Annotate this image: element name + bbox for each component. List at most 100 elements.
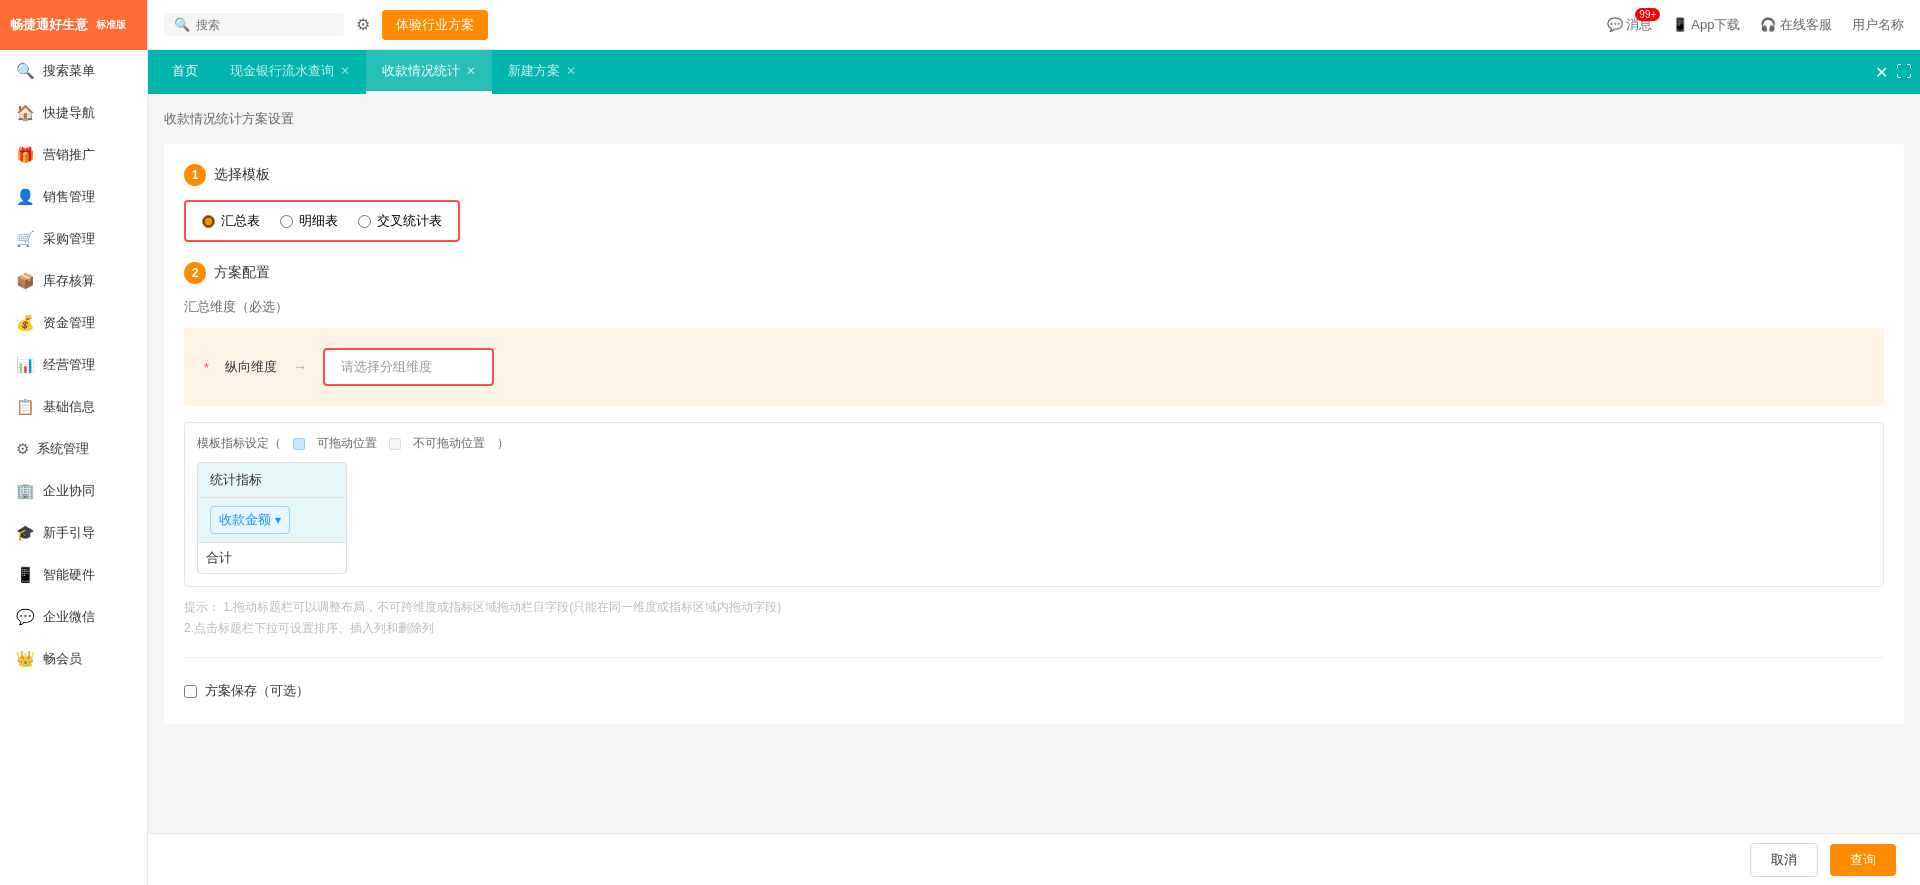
download-icon: 📱 [1672,17,1688,32]
tab-home[interactable]: 首页 [156,50,214,94]
logo-badge: 标准版 [92,17,130,33]
indicator-table: 统计指标 收款金额 ▾ 合计 [197,462,1871,574]
sidebar-item-label: 快捷导航 [43,104,95,122]
hint-2: 2.点击标题栏下拉可设置排序、插入列和删除列 [184,620,1884,637]
tab-cashflow[interactable]: 现金银行流水查询 ✕ [214,50,366,94]
member-icon: 👑 [16,650,35,668]
sidebar-item-label: 资金管理 [43,314,95,332]
radio-crosstab-input[interactable] [358,215,371,228]
search-icon: 🔍 [174,17,190,32]
indicator-section: 模板指标设定（ 可拖动位置 不可拖动位置 ） 统计指标 [184,422,1884,587]
user-label: 用户名称 [1852,17,1904,32]
step2-header: 2 方案配置 [184,262,1884,284]
tab-new-plan[interactable]: 新建方案 ✕ [492,50,592,94]
main-card: 1 选择模板 汇总表 明细表 交叉统计表 [164,144,1904,724]
marketing-icon: 🎁 [16,146,35,164]
radio-detail[interactable]: 明细表 [280,212,338,230]
dimension-select[interactable]: 请选择分组维度 [323,348,494,386]
close-cashflow-tab-icon[interactable]: ✕ [340,64,350,78]
main-area: 🔍 ⚙ 体验行业方案 💬 消息 99+ 📱 App下载 🎧 在线客服 用户名称 [148,0,1920,885]
sidebar-item-label: 库存核算 [43,272,95,290]
metric-tag-label: 收款金额 [219,511,271,529]
non-draggable-legend-label: 不可拖动位置 [413,435,485,452]
topbar-search-box[interactable]: 🔍 [164,13,344,36]
step1-label: 选择模板 [214,166,270,184]
sidebar-item-search-menu[interactable]: 🔍 搜索菜单 [0,50,147,92]
step1-section: 1 选择模板 汇总表 明细表 交叉统计表 [184,164,1884,242]
radio-crosstab[interactable]: 交叉统计表 [358,212,442,230]
page-title: 收款情况统计方案设置 [164,110,1904,128]
step2-section: 2 方案配置 汇总维度（必选） * 纵向维度 → 请选择分组维度 [184,262,1884,637]
radio-crosstab-label: 交叉统计表 [377,212,442,230]
radio-summary-label: 汇总表 [221,212,260,230]
close-receipt-tab-icon[interactable]: ✕ [466,64,476,78]
online-service-button[interactable]: 🎧 在线客服 [1760,16,1832,34]
required-mark: * [204,360,209,375]
sidebar-item-label: 销售管理 [43,188,95,206]
sidebar-item-inventory[interactable]: 📦 库存核算 [0,260,147,302]
vertical-dimension-label: 纵向维度 [225,358,277,376]
query-button[interactable]: 查询 [1830,844,1896,876]
dimension-sublabel: 汇总维度（必选） [184,298,1884,316]
sidebar-logo: 畅捷通好生意 标准版 [0,0,147,50]
close-all-tabs-icon[interactable]: ✕ [1875,63,1888,82]
sidebar-item-system[interactable]: ⚙ 系统管理 [0,428,147,470]
message-button[interactable]: 💬 消息 99+ [1607,16,1653,34]
capital-icon: 💰 [16,314,35,332]
draggable-legend-label: 可拖动位置 [317,435,377,452]
topbar-right: 💬 消息 99+ 📱 App下载 🎧 在线客服 用户名称 [1607,16,1904,34]
sidebar-item-purchase[interactable]: 🛒 采购管理 [0,218,147,260]
wechat-icon: 💬 [16,608,35,626]
radio-detail-input[interactable] [280,215,293,228]
sidebar-item-sales[interactable]: 👤 销售管理 [0,176,147,218]
user-info[interactable]: 用户名称 [1852,16,1904,34]
metric-dropdown-icon[interactable]: ▾ [275,513,281,527]
sidebar-item-capital[interactable]: 💰 资金管理 [0,302,147,344]
radio-summary[interactable]: 汇总表 [202,212,260,230]
industry-plan-button[interactable]: 体验行业方案 [382,10,488,40]
arrow-icon: → [293,359,307,375]
sidebar-item-label: 基础信息 [43,398,95,416]
save-checkbox[interactable] [184,685,197,698]
sidebar-item-corp-wechat[interactable]: 💬 企业微信 [0,596,147,638]
metric-tag[interactable]: 收款金额 ▾ [210,506,290,534]
hints-box: 提示： 1.拖动标题栏可以调整布局，不可跨维度或指标区域拖动栏目字段(只能在同一… [184,599,1884,637]
download-label: App下载 [1691,17,1740,32]
message-icon: 💬 [1607,17,1623,32]
sum-label: 合计 [206,550,232,565]
sidebar-item-smart-hw[interactable]: 📱 智能硬件 [0,554,147,596]
sidebar-item-operation[interactable]: 📊 经营管理 [0,344,147,386]
tab-receipt-stats[interactable]: 收款情况统计 ✕ [366,50,492,94]
sidebar-item-basic-info[interactable]: 📋 基础信息 [0,386,147,428]
search-input[interactable] [196,18,316,32]
smart-hw-icon: 📱 [16,566,35,584]
sidebar-item-newbie[interactable]: 🎓 新手引导 [0,512,147,554]
tab-receipt-stats-label: 收款情况统计 [382,62,460,80]
gear-icon[interactable]: ⚙ [356,15,370,34]
sidebar-item-label: 搜索菜单 [43,62,95,80]
sidebar-item-member[interactable]: 👑 畅会员 [0,638,147,680]
step1-header: 1 选择模板 [184,164,1884,186]
logo-text: 畅捷通好生意 [10,16,88,34]
close-new-plan-tab-icon[interactable]: ✕ [566,64,576,78]
sidebar-item-label: 畅会员 [43,650,82,668]
corp-collab-icon: 🏢 [16,482,35,500]
sidebar-item-corp-collab[interactable]: 🏢 企业协同 [0,470,147,512]
sidebar-item-marketing[interactable]: 🎁 营销推广 [0,134,147,176]
dimension-area: * 纵向维度 → 请选择分组维度 [184,328,1884,406]
maximize-icon[interactable]: ⛶ [1896,63,1912,81]
service-label: 在线客服 [1780,17,1832,32]
footer-bar: 取消 查询 [148,833,1920,885]
sidebar-item-label: 采购管理 [43,230,95,248]
stat-indicator-header: 统计指标 [198,463,346,498]
radio-summary-input[interactable] [202,215,215,228]
tab-home-label: 首页 [172,62,198,80]
indicator-column: 统计指标 收款金额 ▾ 合计 [197,462,347,574]
inventory-icon: 📦 [16,272,35,290]
purchase-icon: 🛒 [16,230,35,248]
app-download-button[interactable]: 📱 App下载 [1672,16,1740,34]
tabbar-actions: ✕ ⛶ [1875,50,1912,94]
service-icon: 🎧 [1760,17,1776,32]
cancel-button[interactable]: 取消 [1750,843,1818,877]
sidebar-item-quick-nav[interactable]: 🏠 快捷导航 [0,92,147,134]
